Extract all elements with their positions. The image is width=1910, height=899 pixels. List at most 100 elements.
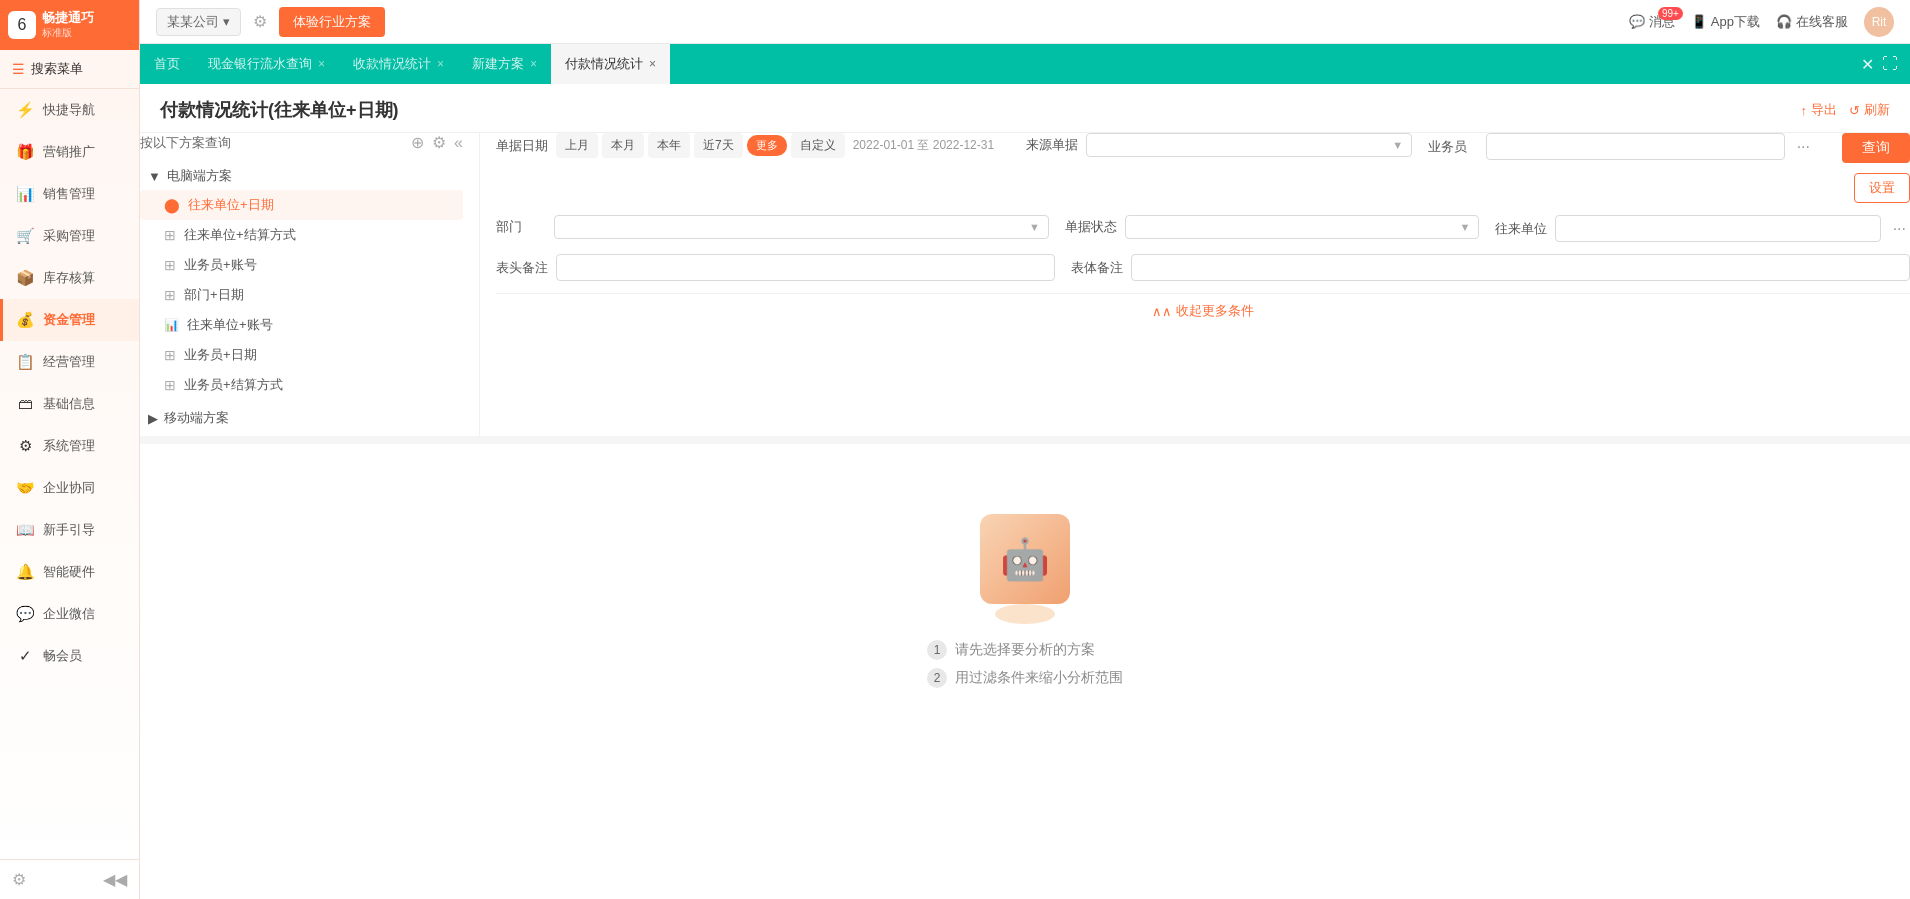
date-btn-custom[interactable]: 自定义 [791, 133, 845, 158]
tab-bank-flow[interactable]: 现金银行流水查询 × [194, 44, 339, 84]
trial-button[interactable]: 体验行业方案 [279, 7, 385, 37]
message-action[interactable]: 💬 消息 99+ [1629, 13, 1675, 31]
tree-item-salesman-settle-label: 业务员+结算方式 [184, 376, 283, 394]
content-inner: 付款情况统计(往来单位+日期) ↑ 导出 ↺ 刷新 按 [140, 84, 1910, 899]
sidebar-item-base-info[interactable]: 🗃 基础信息 [0, 383, 139, 425]
tab-payment-stats-close[interactable]: × [649, 57, 656, 71]
sidebar-item-guide[interactable]: 📖 新手引导 [0, 509, 139, 551]
salesman-dots[interactable]: ··· [1793, 138, 1814, 156]
date-range-group: 上月 本月 本年 近7天 更多 自定义 2022-01-01 至 2022-12… [556, 133, 1010, 158]
tab-payment-stats[interactable]: 付款情况统计 × [551, 44, 670, 84]
date-btn-7days[interactable]: 近7天 [694, 133, 743, 158]
settings-icon[interactable]: ⚙ [253, 12, 267, 31]
sidebar-item-hardware[interactable]: 🔔 智能硬件 [0, 551, 139, 593]
scheme-header: 按以下方案查询 ⊕ ⚙ « [140, 133, 463, 152]
scheme-settings-icon[interactable]: ⚙ [432, 133, 446, 152]
message-icon: 💬 [1629, 14, 1645, 29]
tab-close-all-icon[interactable]: ✕ [1861, 55, 1874, 74]
sidebar-label-guide: 新手引导 [43, 521, 95, 539]
settings-footer-icon[interactable]: ⚙ [12, 870, 26, 889]
sidebar-item-wechat[interactable]: 💬 企业微信 [0, 593, 139, 635]
page-header: 付款情况统计(往来单位+日期) ↑ 导出 ↺ 刷新 [140, 84, 1910, 133]
user-avatar[interactable]: Rit [1864, 7, 1894, 37]
tab-new-scheme-close[interactable]: × [530, 57, 537, 71]
scheme-title: 按以下方案查询 [140, 134, 231, 152]
source-select-arrow: ▼ [1392, 139, 1403, 151]
search-icon: ☰ [12, 61, 25, 77]
date-btn-this-year[interactable]: 本年 [648, 133, 690, 158]
sidebar-item-system[interactable]: ⚙ 系统管理 [0, 425, 139, 467]
sidebar-item-operation[interactable]: 📋 经营管理 [0, 341, 139, 383]
online-service-action[interactable]: 🎧 在线客服 [1776, 13, 1848, 31]
date-btn-this-month[interactable]: 本月 [602, 133, 644, 158]
company-name[interactable]: 某某公司 ▾ [156, 8, 241, 36]
date-btn-more[interactable]: 更多 [747, 135, 787, 156]
setting-button[interactable]: 设置 [1854, 173, 1910, 203]
body-note-input[interactable] [1131, 254, 1910, 281]
tab-maximize-icon[interactable]: ⛶ [1882, 55, 1898, 73]
sidebar-label-wechat: 企业微信 [43, 605, 95, 623]
tree-item-salesman-date[interactable]: ⊞ 业务员+日期 [140, 340, 463, 370]
tab-receipt-stats-close[interactable]: × [437, 57, 444, 71]
hint-text-1: 请先选择要分析的方案 [955, 641, 1095, 659]
dept-select[interactable]: ▼ [554, 215, 1049, 239]
doc-status-select[interactable]: ▼ [1125, 215, 1480, 239]
tree-item-salesman-date-label: 业务员+日期 [184, 346, 257, 364]
sidebar-item-marketing[interactable]: 🎁 营销推广 [0, 131, 139, 173]
sidebar-item-quick-nav[interactable]: ⚡ 快捷导航 [0, 89, 139, 131]
date-btn-last-month[interactable]: 上月 [556, 133, 598, 158]
export-icon: ↑ [1801, 103, 1808, 118]
tree-item-partner-settle[interactable]: ⊞ 往来单位+结算方式 [140, 220, 463, 250]
tab-bank-flow-close[interactable]: × [318, 57, 325, 71]
operation-icon: 📋 [15, 352, 35, 372]
scheme-panel: 按以下方案查询 ⊕ ⚙ « ▼ 电脑端方案 [140, 133, 480, 436]
tree-item-salesman-account[interactable]: ⊞ 业务员+账号 [140, 250, 463, 280]
sidebar-item-member[interactable]: ✓ 畅会员 [0, 635, 139, 677]
tree-item-salesman-account-label: 业务员+账号 [184, 256, 257, 274]
partner-input[interactable] [1555, 215, 1880, 242]
salesman-input[interactable] [1486, 133, 1784, 160]
tabs-bar-end: ✕ ⛶ [1861, 55, 1910, 74]
sidebar-item-purchase[interactable]: 🛒 采购管理 [0, 215, 139, 257]
tab-receipt-stats[interactable]: 收款情况统计 × [339, 44, 458, 84]
sales-icon: 📊 [15, 184, 35, 204]
export-button[interactable]: ↑ 导出 [1801, 101, 1838, 119]
source-select[interactable]: ▼ [1086, 133, 1412, 157]
tab-new-scheme-label: 新建方案 [472, 55, 524, 73]
tab-new-scheme[interactable]: 新建方案 × [458, 44, 551, 84]
collapse-bar[interactable]: ∧∧ 收起更多条件 [496, 293, 1910, 328]
collapse-sidebar-icon[interactable]: ◀◀ [103, 870, 127, 889]
partner-dots[interactable]: ··· [1889, 220, 1910, 238]
filter-field-date: 单据日期 上月 本月 本年 近7天 更多 自定义 2022-01-01 至 20… [496, 133, 1010, 158]
collapse-icon: ∧∧ [1152, 304, 1172, 319]
add-scheme-icon[interactable]: ⊕ [411, 133, 424, 152]
collapse-label: 收起更多条件 [1176, 302, 1254, 320]
tree-item-dept-date[interactable]: ⊞ 部门+日期 [140, 280, 463, 310]
tree-group-pc-header[interactable]: ▼ 电脑端方案 [140, 162, 463, 190]
app-download-action[interactable]: 📱 App下载 [1691, 13, 1760, 31]
system-icon: ⚙ [15, 436, 35, 456]
source-label: 来源单据 [1026, 136, 1078, 154]
sidebar-label-quick-nav: 快捷导航 [43, 101, 95, 119]
tree-item-salesman-settle[interactable]: ⊞ 业务员+结算方式 [140, 370, 463, 400]
tree-group-mobile-header[interactable]: ▶ 移动端方案 [140, 404, 463, 432]
header-note-input[interactable] [556, 254, 1055, 281]
tree-item-partner-date[interactable]: ⬤ 往来单位+日期 [140, 190, 463, 220]
guide-icon: 📖 [15, 520, 35, 540]
sidebar-label-finance: 资金管理 [43, 311, 95, 329]
filter-field-salesman: 业务员 ··· [1428, 133, 1814, 160]
finance-icon: 💰 [15, 310, 35, 330]
sidebar-item-inventory[interactable]: 📦 库存核算 [0, 257, 139, 299]
tab-home[interactable]: 首页 [140, 44, 194, 84]
sidebar-item-finance[interactable]: 💰 资金管理 [0, 299, 139, 341]
scheme-collapse-icon[interactable]: « [454, 134, 463, 152]
refresh-button[interactable]: ↺ 刷新 [1849, 101, 1890, 119]
doc-status-select-arrow: ▼ [1460, 221, 1471, 233]
hint-num-1: 1 [927, 640, 947, 660]
sidebar-item-enterprise[interactable]: 🤝 企业协同 [0, 467, 139, 509]
sidebar-item-sales[interactable]: 📊 销售管理 [0, 173, 139, 215]
sidebar-label-sales: 销售管理 [43, 185, 95, 203]
tree-item-partner-account[interactable]: 📊 往来单位+账号 [140, 310, 463, 340]
query-button[interactable]: 查询 [1842, 133, 1910, 163]
sidebar-search[interactable]: ☰ 搜索菜单 [0, 50, 139, 89]
